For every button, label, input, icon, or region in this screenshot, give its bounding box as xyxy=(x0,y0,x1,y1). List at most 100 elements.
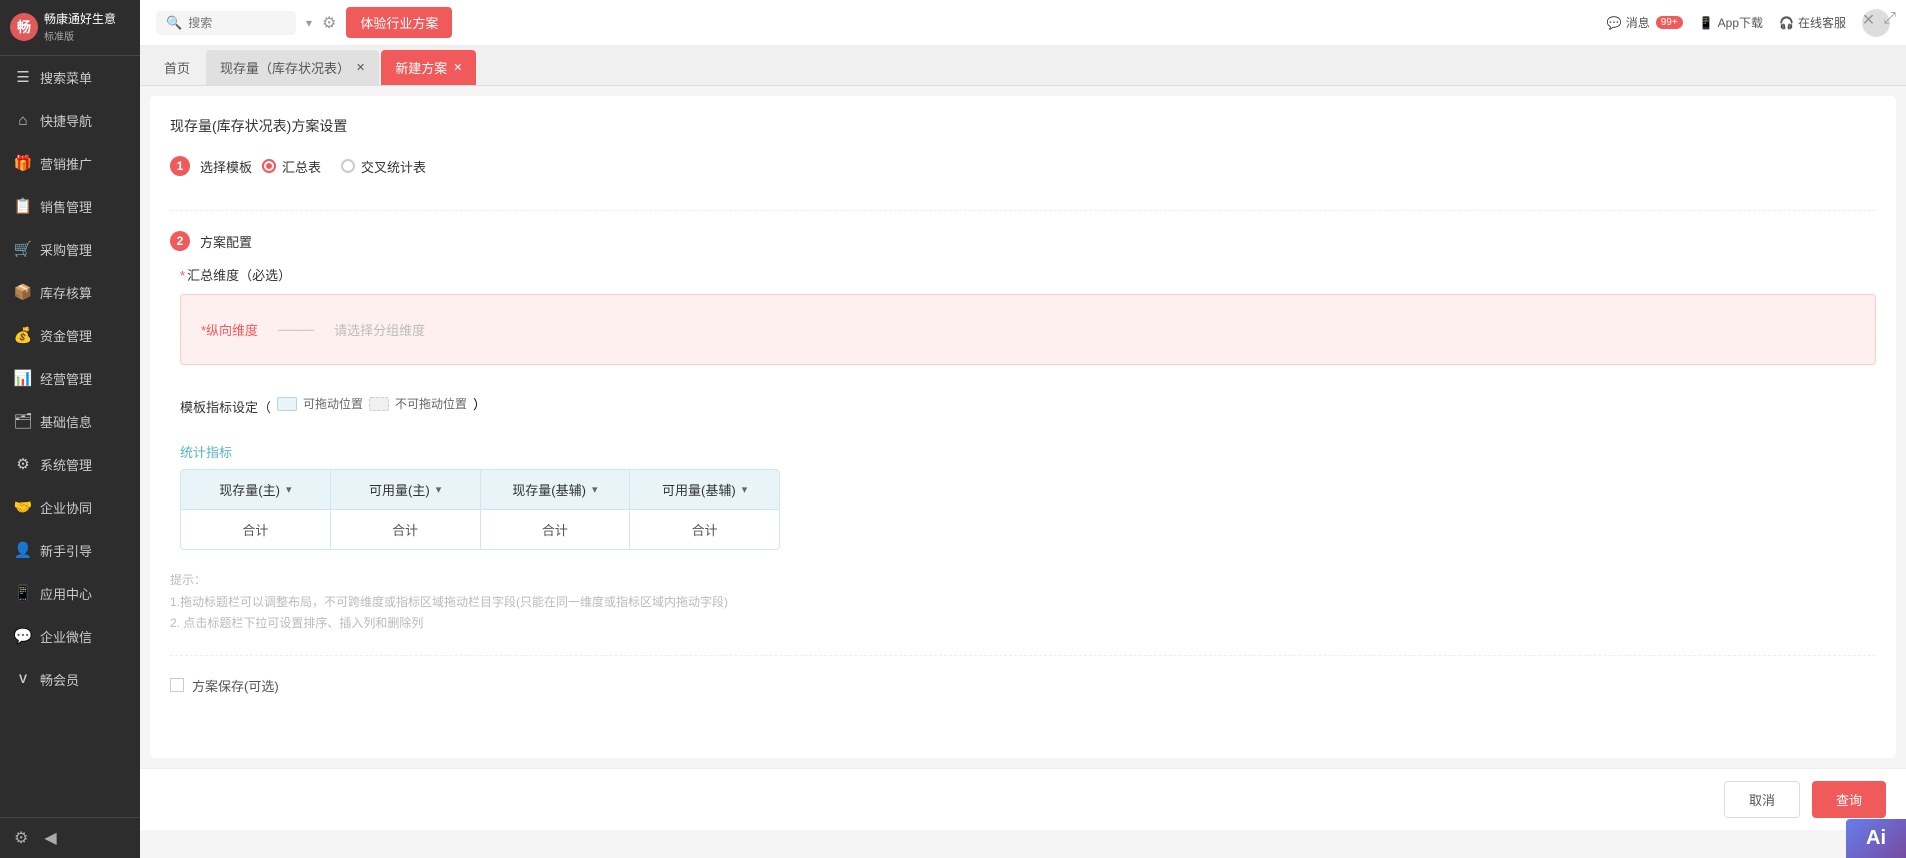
tab-close-new-plan[interactable]: ✕ xyxy=(453,61,462,74)
message-label: 消息 xyxy=(1626,14,1650,31)
tab-label: 现存量（库存状况表） xyxy=(220,58,350,77)
sidebar-item-wechat[interactable]: 💬 企业微信 xyxy=(0,615,140,658)
operations-icon: 📊 xyxy=(14,369,32,387)
stats-cell-2: 合计 xyxy=(331,510,481,549)
stats-col-4[interactable]: 可用量(基辅) ▾ xyxy=(630,470,779,509)
dimension-placeholder: 请选择分组维度 xyxy=(334,320,425,339)
ai-badge[interactable]: Ai xyxy=(1846,819,1906,858)
guide-icon: 👤 xyxy=(14,541,32,559)
app-download-label: App下载 xyxy=(1718,14,1763,31)
topbar-gear-icon[interactable]: ⚙ xyxy=(322,13,336,33)
contracts-icon: 🤝 xyxy=(14,498,32,516)
tips-title: 提示： xyxy=(170,573,206,587)
sidebar-item-label: 应用中心 xyxy=(40,584,92,603)
sidebar-item-inventory[interactable]: 📦 库存核算 xyxy=(0,271,140,314)
non-draggable-box xyxy=(369,397,389,411)
radio-cross-label: 交叉统计表 xyxy=(361,157,426,176)
radio-summary[interactable]: 汇总表 xyxy=(262,157,321,176)
tab-label: 新建方案 xyxy=(395,58,447,77)
indicators-label: 模板指标设定（ xyxy=(180,397,271,416)
stats-table: 现存量(主) ▾ 可用量(主) ▾ 现存量(基辅) ▾ xyxy=(180,469,780,550)
sidebar-item-guide[interactable]: 👤 新手引导 xyxy=(0,529,140,572)
col1-label: 现存量(主) xyxy=(219,480,280,499)
section-1-title: 选择模板 xyxy=(200,157,252,176)
col3-label: 现存量(基辅) xyxy=(512,480,586,499)
radio-cross[interactable]: 交叉统计表 xyxy=(341,157,426,176)
settings-panel: 现存量(库存状况表)方案设置 1 选择模板 汇总表 交叉统计表 xyxy=(150,96,1896,758)
sidebar-item-contracts[interactable]: 🤝 企业协同 xyxy=(0,486,140,529)
message-badge: 99+ xyxy=(1656,16,1683,29)
stats-col-1[interactable]: 现存量(主) ▾ xyxy=(181,470,331,509)
sidebar-item-label: 库存核算 xyxy=(40,283,92,302)
col4-chevron-icon: ▾ xyxy=(742,483,748,496)
online-service-item[interactable]: 🎧 在线客服 xyxy=(1779,14,1846,31)
app-logo: 畅 畅康通好生意 标准版 xyxy=(0,0,140,56)
save-checkbox[interactable] xyxy=(170,678,184,692)
stats-cell-3: 合计 xyxy=(481,510,631,549)
sidebar-bottom: ⚙ ◀ xyxy=(0,817,140,858)
sidebar-item-label: 经营管理 xyxy=(40,369,92,388)
col2-chevron-icon: ▾ xyxy=(436,483,442,496)
cancel-button[interactable]: 取消 xyxy=(1724,781,1800,818)
non-draggable-label: 不可拖动位置 xyxy=(395,395,467,412)
section-1-header: 1 选择模板 汇总表 交叉统计表 xyxy=(170,156,1876,176)
panel-title: 现存量(库存状况表)方案设置 xyxy=(170,116,1876,136)
sidebar-item-label: 搜索菜单 xyxy=(40,68,92,87)
dimension-dash: —— xyxy=(278,319,314,340)
system-icon: ⚙ xyxy=(14,455,32,473)
tip-1: 1.拖动标题栏可以调整布局，不可跨维度或指标区域拖动栏目字段(只能在同一维度或指… xyxy=(170,592,1876,614)
trial-button[interactable]: 体验行业方案 xyxy=(346,7,452,38)
tab-close-inventory[interactable]: ✕ xyxy=(356,61,365,74)
logo-version: 标准版 xyxy=(44,28,116,43)
tab-new-plan[interactable]: 新建方案 ✕ xyxy=(381,50,476,85)
window-close-icon[interactable]: ✕ xyxy=(1862,10,1875,30)
draggable-label: 可拖动位置 xyxy=(303,395,363,412)
topbar-right: 💬 消息 99+ 📱 App下载 🎧 在线客服 xyxy=(1607,9,1890,37)
tab-inventory-status[interactable]: 现存量（库存状况表） ✕ xyxy=(206,50,379,85)
sidebar-item-quick-nav[interactable]: ⌂ 快捷导航 xyxy=(0,99,140,142)
sidebar-item-member[interactable]: V 畅会员 xyxy=(0,658,140,701)
sidebar-item-label: 系统管理 xyxy=(40,455,92,474)
sidebar-item-marketing[interactable]: 🎁 营销推广 xyxy=(0,142,140,185)
sidebar-item-label: 销售管理 xyxy=(40,197,92,216)
stats-col-2[interactable]: 可用量(主) ▾ xyxy=(331,470,481,509)
sidebar-item-app-center[interactable]: 📱 应用中心 xyxy=(0,572,140,615)
topbar: 🔍 ▾ ⚙ 体验行业方案 💬 消息 99+ 📱 App下载 🎧 在线客服 xyxy=(140,0,1906,46)
sidebar-item-sales[interactable]: 📋 销售管理 xyxy=(0,185,140,228)
sidebar-item-purchase[interactable]: 🛒 采购管理 xyxy=(0,228,140,271)
section-1-number: 1 xyxy=(170,156,190,176)
app-download-icon: 📱 xyxy=(1699,16,1714,30)
message-item[interactable]: 💬 消息 99+ xyxy=(1607,14,1683,31)
dimension-label: 汇总维度（必选） xyxy=(180,265,1876,284)
sidebar-item-label: 快捷导航 xyxy=(40,111,92,130)
sidebar-menu: ☰ 搜索菜单 ⌂ 快捷导航 🎁 营销推广 📋 销售管理 🛒 采购管理 📦 库存核… xyxy=(0,56,140,817)
sidebar-item-label: 新手引导 xyxy=(40,541,92,560)
legend-draggable: 可拖动位置 xyxy=(277,395,363,412)
search-input[interactable] xyxy=(188,16,288,30)
sidebar-item-operations[interactable]: 📊 经营管理 xyxy=(0,357,140,400)
sidebar-item-label: 资金管理 xyxy=(40,326,92,345)
sidebar-item-basic-info[interactable]: 🗂 基础信息 xyxy=(0,400,140,443)
dimension-box[interactable]: *纵向维度 —— 请选择分组维度 xyxy=(180,294,1876,365)
query-button[interactable]: 查询 xyxy=(1812,781,1886,818)
collapse-icon[interactable]: ◀ xyxy=(44,828,56,848)
sidebar-item-search-menu[interactable]: ☰ 搜索菜单 xyxy=(0,56,140,99)
settings-icon[interactable]: ⚙ xyxy=(14,828,28,848)
sidebar: 畅 畅康通好生意 标准版 ☰ 搜索菜单 ⌂ 快捷导航 🎁 营销推广 📋 销售管理… xyxy=(0,0,140,858)
stats-table-header: 现存量(主) ▾ 可用量(主) ▾ 现存量(基辅) ▾ xyxy=(181,470,779,509)
sidebar-item-label: 营销推广 xyxy=(40,154,92,173)
window-expand-icon[interactable]: ⤢ xyxy=(1883,10,1896,30)
save-option: 方案保存(可选) xyxy=(170,676,1876,695)
quick-nav-icon: ⌂ xyxy=(14,111,32,129)
sidebar-item-finance[interactable]: 💰 资金管理 xyxy=(0,314,140,357)
sidebar-item-label: 畅会员 xyxy=(40,670,79,689)
section-2-header: 2 方案配置 xyxy=(170,231,1876,251)
col1-chevron-icon: ▾ xyxy=(286,483,292,496)
app-download-item[interactable]: 📱 App下载 xyxy=(1699,14,1763,31)
sidebar-item-label: 企业微信 xyxy=(40,627,92,646)
sidebar-item-system[interactable]: ⚙ 系统管理 xyxy=(0,443,140,486)
search-box[interactable]: 🔍 xyxy=(156,11,296,35)
stats-col-3[interactable]: 现存量(基辅) ▾ xyxy=(481,470,631,509)
tab-home[interactable]: 首页 xyxy=(150,50,204,85)
topbar-chevron-icon[interactable]: ▾ xyxy=(306,16,312,30)
